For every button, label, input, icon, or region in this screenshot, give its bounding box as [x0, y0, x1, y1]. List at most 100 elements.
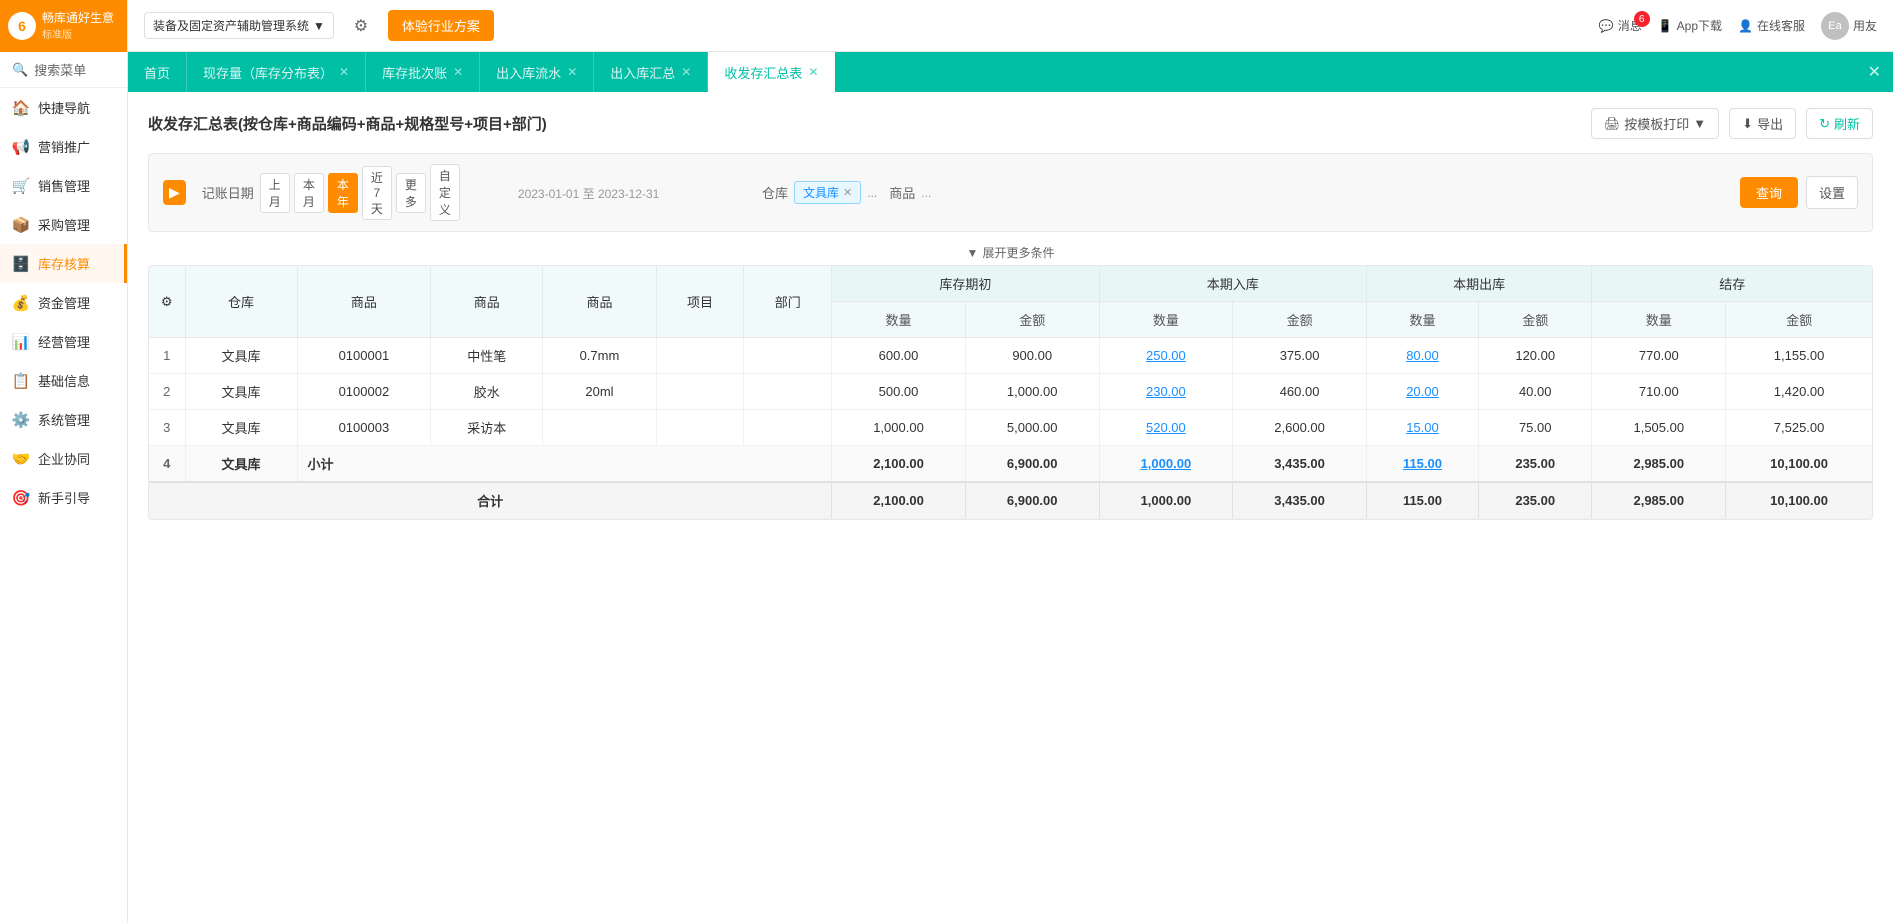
- th-open-qty: 数量: [832, 302, 966, 338]
- total-open-qty: 2,100.00: [832, 482, 966, 519]
- export-button[interactable]: ⬇ 导出: [1729, 108, 1796, 139]
- row3-open-qty: 1,000.00: [832, 410, 966, 446]
- service-icon: 👤: [1738, 19, 1753, 33]
- row1-name: 中性笔: [431, 338, 543, 374]
- row1-in-qty[interactable]: 250.00: [1099, 338, 1233, 374]
- marketing-icon: 📢: [12, 138, 30, 156]
- sidebar-item-marketing[interactable]: 📢 营销推广: [0, 127, 127, 166]
- th-group-out: 本期出库: [1366, 266, 1592, 302]
- th-in-qty: 数量: [1099, 302, 1233, 338]
- sidebar-label-quick-nav: 快捷导航: [38, 98, 90, 117]
- row2-in-amt: 460.00: [1233, 374, 1367, 410]
- warehouse-tag[interactable]: 文具库 ✕: [794, 181, 861, 204]
- tab-batch-account-label: 库存批次账: [382, 63, 447, 82]
- row2-project: [656, 374, 744, 410]
- settings-icon[interactable]: ⚙: [346, 11, 376, 41]
- tab-in-out-flow[interactable]: 出入库流水 ✕: [480, 52, 594, 92]
- tab-in-out-flow-close[interactable]: ✕: [567, 65, 577, 79]
- date-btn-7days[interactable]: 近7天: [362, 166, 392, 220]
- system-name: 装备及固定资产辅助管理系统: [153, 17, 309, 34]
- subtotal-close-qty: 2,985.00: [1592, 446, 1726, 483]
- filter-row: 记账日期 上月 本月 本年 近7天 更多 自定义 2023-01-01 至 20…: [202, 164, 1858, 221]
- filter-toggle-button[interactable]: ▶: [163, 180, 186, 205]
- date-btn-last-month[interactable]: 上月: [260, 173, 290, 213]
- tab-in-out-summary[interactable]: 出入库汇总 ✕: [594, 52, 708, 92]
- row2-close-qty: 710.00: [1592, 374, 1726, 410]
- row3-in-qty[interactable]: 520.00: [1099, 410, 1233, 446]
- sidebar-item-sales[interactable]: 🛒 销售管理: [0, 166, 127, 205]
- sidebar-item-system[interactable]: ⚙️ 系统管理: [0, 400, 127, 439]
- date-filter-group: 记账日期 上月 本月 本年 近7天 更多 自定义 2023-01-01 至 20…: [202, 164, 750, 221]
- sidebar-label-guide: 新手引导: [38, 488, 90, 507]
- print-button[interactable]: 🖨 按模板打印 ▼: [1591, 108, 1719, 139]
- sidebar-label-operation: 经营管理: [38, 332, 90, 351]
- row2-warehouse: 文具库: [185, 374, 297, 410]
- warehouse-filter: 仓库 文具库 ✕ ...: [762, 181, 877, 204]
- topbar: 装备及固定资产辅助管理系统 ▼ ⚙ 体验行业方案 💬 消息 6 📱 App下载 …: [128, 0, 1893, 52]
- tab-batch-account-close[interactable]: ✕: [453, 65, 463, 79]
- query-button[interactable]: 查询: [1740, 177, 1798, 208]
- row3-num: 3: [149, 410, 185, 446]
- tab-recv-send-summary-close[interactable]: ✕: [808, 65, 818, 79]
- sidebar-item-purchase[interactable]: 📦 采购管理: [0, 205, 127, 244]
- row3-code: 0100003: [297, 410, 431, 446]
- date-btn-this-year[interactable]: 本年: [328, 173, 358, 213]
- sidebar-item-quick-nav[interactable]: 🏠 快捷导航: [0, 88, 127, 127]
- close-all-tabs-button[interactable]: ✕: [1868, 62, 1881, 82]
- filter-settings-button[interactable]: 设置: [1806, 176, 1858, 209]
- warehouse-tag-text: 文具库: [803, 184, 839, 201]
- subtotal-in-qty[interactable]: 1,000.00: [1099, 446, 1233, 483]
- row2-out-qty[interactable]: 20.00: [1366, 374, 1478, 410]
- row2-open-qty: 500.00: [832, 374, 966, 410]
- message-button[interactable]: 💬 消息 6: [1599, 17, 1642, 34]
- th-group-opening: 库存期初: [832, 266, 1099, 302]
- th-settings[interactable]: ⚙: [149, 266, 185, 338]
- user-profile-button[interactable]: Ea 用友: [1821, 12, 1877, 40]
- sidebar-item-guide[interactable]: 🎯 新手引导: [0, 478, 127, 517]
- row1-out-qty[interactable]: 80.00: [1366, 338, 1478, 374]
- subtotal-out-qty[interactable]: 115.00: [1366, 446, 1478, 483]
- row2-in-qty[interactable]: 230.00: [1099, 374, 1233, 410]
- product-label: 商品: [889, 183, 915, 202]
- sidebar-item-finance[interactable]: 💰 资金管理: [0, 283, 127, 322]
- expand-conditions-button[interactable]: ▼ 展开更多条件: [148, 244, 1873, 261]
- refresh-button[interactable]: ↻ 刷新: [1806, 108, 1873, 139]
- tab-stock-dist-close[interactable]: ✕: [339, 65, 349, 79]
- tab-recv-send-summary[interactable]: 收发存汇总表 ✕: [708, 52, 835, 92]
- sidebar-label-collab: 企业协同: [38, 449, 90, 468]
- date-btn-this-month[interactable]: 本月: [294, 173, 324, 213]
- sidebar-item-inventory[interactable]: 🗄️ 库存核算: [0, 244, 127, 283]
- date-btn-more[interactable]: 更多: [396, 173, 426, 213]
- phone-icon: 📱: [1658, 19, 1673, 33]
- row3-out-qty[interactable]: 15.00: [1366, 410, 1478, 446]
- tab-in-out-summary-close[interactable]: ✕: [681, 65, 691, 79]
- app-download-button[interactable]: 📱 App下载: [1658, 17, 1722, 34]
- refresh-label: 刷新: [1834, 114, 1860, 133]
- date-label: 记账日期: [202, 183, 254, 202]
- tab-batch-account[interactable]: 库存批次账 ✕: [366, 52, 480, 92]
- sidebar-item-basic[interactable]: 📋 基础信息: [0, 361, 127, 400]
- system-selector[interactable]: 装备及固定资产辅助管理系统 ▼: [144, 12, 334, 39]
- filter-bar: ▶ 记账日期 上月 本月 本年 近7天 更多 自定义 2023: [148, 153, 1873, 232]
- tab-home[interactable]: 首页: [128, 52, 187, 92]
- operation-icon: 📊: [12, 333, 30, 351]
- warehouse-tag-remove[interactable]: ✕: [843, 186, 852, 199]
- sidebar-item-collab[interactable]: 🤝 企业协同: [0, 439, 127, 478]
- row1-out-amt: 120.00: [1479, 338, 1592, 374]
- row3-spec: [543, 410, 656, 446]
- th-in-amt: 金额: [1233, 302, 1367, 338]
- search-menu-item[interactable]: 🔍 搜索菜单: [0, 52, 127, 88]
- warehouse-more[interactable]: ...: [867, 186, 877, 200]
- tab-stock-dist[interactable]: 现存量（库存分布表） ✕: [187, 52, 366, 92]
- row3-open-amt: 5,000.00: [965, 410, 1099, 446]
- online-service-button[interactable]: 👤 在线客服: [1738, 17, 1805, 34]
- guide-icon: 🎯: [12, 489, 30, 507]
- date-btn-custom[interactable]: 自定义: [430, 164, 460, 221]
- row1-dept: [744, 338, 832, 374]
- sidebar-item-operation[interactable]: 📊 经营管理: [0, 322, 127, 361]
- tab-stock-dist-label: 现存量（库存分布表）: [203, 63, 333, 82]
- product-more[interactable]: ...: [921, 186, 931, 200]
- message-icon: 💬: [1599, 19, 1614, 33]
- row1-spec: 0.7mm: [543, 338, 656, 374]
- try-plan-button[interactable]: 体验行业方案: [388, 10, 494, 41]
